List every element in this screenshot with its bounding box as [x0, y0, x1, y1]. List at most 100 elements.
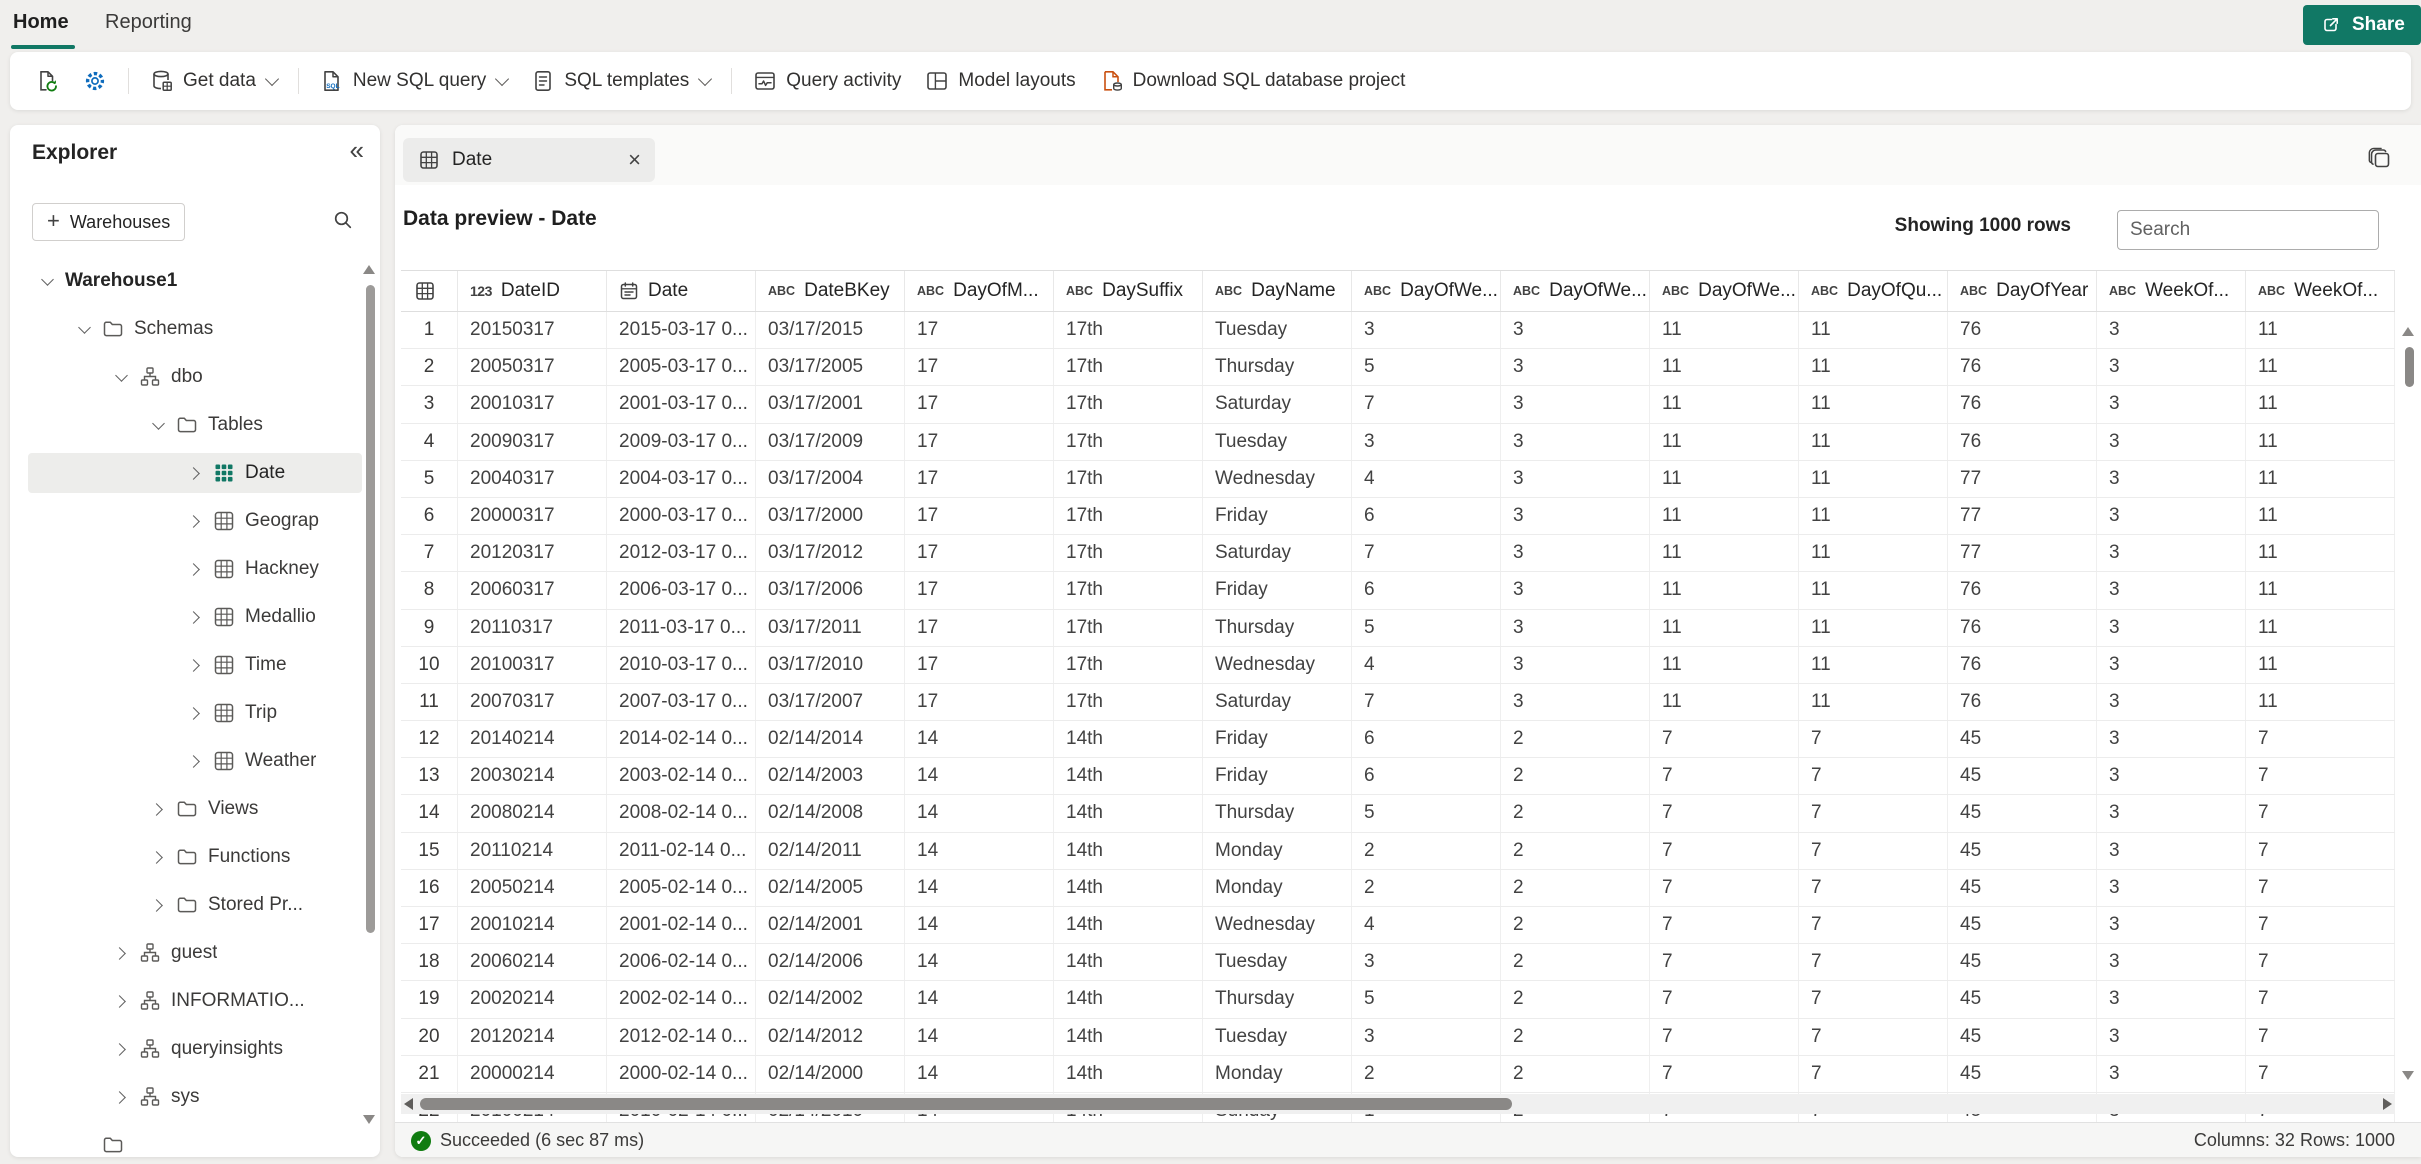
column-header-dayname[interactable]: ABCDayName: [1203, 271, 1352, 311]
tree-item-queryinsights[interactable]: queryinsights: [28, 1029, 362, 1069]
chevron-right-icon[interactable]: [113, 995, 126, 1008]
column-header-weekof[interactable]: ABCWeekOf...: [2246, 271, 2395, 311]
chevron-down-icon[interactable]: [115, 369, 128, 382]
download-sql-project-button[interactable]: Download SQL database project: [1089, 61, 1417, 101]
table-row[interactable]: 5200403172004-03-17 0...03/17/20041717th…: [401, 461, 2395, 498]
table-row[interactable]: 6200003172000-03-17 0...03/17/20001717th…: [401, 498, 2395, 535]
tree-item-hackney[interactable]: Hackney: [28, 549, 362, 589]
chevron-right-icon[interactable]: [113, 1091, 126, 1104]
tab-date[interactable]: Date ×: [403, 138, 655, 182]
table-row[interactable]: 10201003172010-03-17 0...03/17/20101717t…: [401, 647, 2395, 684]
chevron-right-icon[interactable]: [113, 1043, 126, 1056]
close-icon[interactable]: ×: [628, 149, 641, 171]
chevron-right-icon[interactable]: [187, 467, 200, 480]
chevron-right-icon[interactable]: [113, 947, 126, 960]
tree-item-views[interactable]: Views: [28, 789, 362, 829]
copy-icon[interactable]: [2365, 145, 2393, 173]
table-row[interactable]: 8200603172006-03-17 0...03/17/20061717th…: [401, 572, 2395, 609]
column-header-dayofqu[interactable]: ABCDayOfQu...: [1799, 271, 1948, 311]
scrollbar-down-arrow[interactable]: [2402, 1071, 2414, 1080]
chevron-right-icon[interactable]: [187, 755, 200, 768]
chevron-down-icon[interactable]: [41, 273, 54, 286]
tree-item-functions[interactable]: Functions: [28, 837, 362, 877]
tree-item-stored-pr-[interactable]: Stored Pr...: [28, 885, 362, 925]
tree-item-medallio[interactable]: Medallio: [28, 597, 362, 637]
tree-item-trip[interactable]: Trip: [28, 693, 362, 733]
tree-item-partial[interactable]: [28, 1125, 362, 1157]
tree-item-dbo[interactable]: dbo: [28, 357, 362, 397]
get-data-button[interactable]: Get data: [139, 61, 288, 101]
table-row[interactable]: 2200503172005-03-17 0...03/17/20051717th…: [401, 349, 2395, 386]
tree-item-guest[interactable]: guest: [28, 933, 362, 973]
chevron-right-icon[interactable]: [187, 563, 200, 576]
explorer-scrollbar-thumb[interactable]: [366, 285, 375, 933]
table-row[interactable]: 18200602142006-02-14 0...02/14/20061414t…: [401, 944, 2395, 981]
tree-item-date[interactable]: Date: [28, 453, 362, 493]
tree-item-time[interactable]: Time: [28, 645, 362, 685]
scrollbar-up-arrow[interactable]: [2402, 327, 2414, 336]
table-row[interactable]: 15201102142011-02-14 0...02/14/20111414t…: [401, 833, 2395, 870]
settings-button[interactable]: [72, 61, 118, 101]
tree-item-informatio-[interactable]: INFORMATIO...: [28, 981, 362, 1021]
tree-item-sys[interactable]: sys: [28, 1077, 362, 1117]
table-row[interactable]: 13200302142003-02-14 0...02/14/20031414t…: [401, 758, 2395, 795]
table-row[interactable]: 20201202142012-02-14 0...02/14/20121414t…: [401, 1019, 2395, 1056]
table-row[interactable]: 17200102142001-02-14 0...02/14/20011414t…: [401, 907, 2395, 944]
chevron-right-icon[interactable]: [187, 707, 200, 720]
table-row[interactable]: 1201503172015-03-17 0...03/17/20151717th…: [401, 312, 2395, 349]
column-header-daysuffix[interactable]: ABCDaySuffix: [1054, 271, 1203, 311]
column-header-dayofm[interactable]: ABCDayOfM...: [905, 271, 1054, 311]
table-row[interactable]: 3200103172001-03-17 0...03/17/20011717th…: [401, 386, 2395, 423]
chevron-right-icon[interactable]: [150, 899, 163, 912]
tree-item-geograp[interactable]: Geograp: [28, 501, 362, 541]
table-row[interactable]: 9201103172011-03-17 0...03/17/20111717th…: [401, 610, 2395, 647]
query-activity-button[interactable]: Query activity: [742, 61, 912, 101]
column-header-dayofwe[interactable]: ABCDayOfWe...: [1501, 271, 1650, 311]
column-header-date[interactable]: Date: [607, 271, 756, 311]
table-row[interactable]: 11200703172007-03-17 0...03/17/20071717t…: [401, 684, 2395, 721]
scrollbar-right-arrow[interactable]: [2383, 1098, 2392, 1110]
table-row[interactable]: 4200903172009-03-17 0...03/17/20091717th…: [401, 424, 2395, 461]
tree-item-tables[interactable]: Tables: [28, 405, 362, 445]
chevron-right-icon[interactable]: [187, 611, 200, 624]
chevron-right-icon[interactable]: [150, 851, 163, 864]
chevron-down-icon[interactable]: [152, 417, 165, 430]
horizontal-scrollbar[interactable]: [401, 1094, 2395, 1114]
tree-item-warehouse1[interactable]: Warehouse1: [28, 261, 362, 301]
chevron-down-icon[interactable]: [78, 321, 91, 334]
table-row[interactable]: 19200202142002-02-14 0...02/14/20021414t…: [401, 981, 2395, 1018]
refresh-button[interactable]: [24, 61, 70, 101]
tree-item-weather[interactable]: Weather: [28, 741, 362, 781]
share-button[interactable]: Share: [2303, 5, 2421, 45]
collapse-panel-icon[interactable]: «: [350, 137, 364, 163]
search-icon[interactable]: [332, 209, 354, 231]
column-header-dayofwe[interactable]: ABCDayOfWe...: [1650, 271, 1799, 311]
scrollbar-down-arrow[interactable]: [363, 1115, 375, 1124]
table-row[interactable]: 21200002142000-02-14 0...02/14/20001414t…: [401, 1056, 2395, 1093]
column-header-dateid[interactable]: 123DateID: [458, 271, 607, 311]
table-row[interactable]: 7201203172012-03-17 0...03/17/20121717th…: [401, 535, 2395, 572]
scrollbar-left-arrow[interactable]: [404, 1098, 413, 1110]
column-header-rownum[interactable]: [401, 271, 458, 311]
tree-item-schemas[interactable]: Schemas: [28, 309, 362, 349]
chevron-right-icon[interactable]: [150, 803, 163, 816]
table-row[interactable]: 16200502142005-02-14 0...02/14/20051414t…: [401, 870, 2395, 907]
sql-templates-button[interactable]: SQL templates: [520, 61, 721, 101]
column-header-dayofwe[interactable]: ABCDayOfWe...: [1352, 271, 1501, 311]
new-sql-query-button[interactable]: SQL New SQL query: [309, 61, 518, 101]
table-row[interactable]: 12201402142014-02-14 0...02/14/20141414t…: [401, 721, 2395, 758]
search-input[interactable]: [2118, 211, 2378, 249]
tab-home[interactable]: Home: [13, 11, 69, 34]
column-header-weekof[interactable]: ABCWeekOf...: [2097, 271, 2246, 311]
column-header-datebkey[interactable]: ABCDateBKey: [756, 271, 905, 311]
add-warehouses-button[interactable]: + Warehouses: [32, 203, 185, 241]
horizontal-scrollbar-thumb[interactable]: [420, 1098, 1512, 1110]
column-header-dayofyear[interactable]: ABCDayOfYear: [1948, 271, 2097, 311]
model-layouts-button[interactable]: Model layouts: [914, 61, 1086, 101]
tab-reporting[interactable]: Reporting: [105, 11, 192, 34]
scrollbar-up-arrow[interactable]: [363, 265, 375, 274]
chevron-right-icon[interactable]: [187, 659, 200, 672]
grid-scrollbar-thumb[interactable]: [2405, 347, 2414, 387]
table-row[interactable]: 14200802142008-02-14 0...02/14/20081414t…: [401, 795, 2395, 832]
chevron-right-icon[interactable]: [187, 515, 200, 528]
